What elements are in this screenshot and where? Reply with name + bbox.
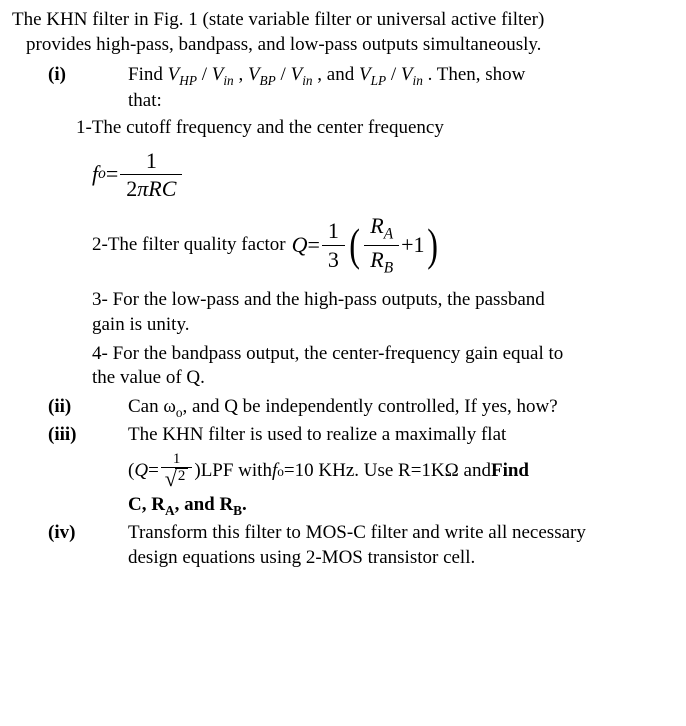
num-1: 1 — [169, 452, 185, 468]
equals: = — [308, 231, 320, 260]
item-iv-label: (iv) — [12, 521, 128, 570]
var-v: V — [212, 64, 224, 85]
sub3-l1: 3- For the low-pass and the high-pass ou… — [92, 288, 674, 313]
item-iii-content: The KHN filter is used to realize a maxi… — [128, 423, 674, 519]
sub4-l1: 4- For the bandpass output, the center-f… — [92, 342, 674, 367]
text: LPF with — [201, 459, 272, 484]
sub-bp: BP — [260, 73, 276, 88]
paren-right: ) — [427, 227, 438, 264]
item-iii-label: (iii) — [12, 423, 128, 519]
item-i-content: Find VHP / Vin , VBP / Vin , and VLP / V… — [128, 63, 674, 114]
sub-lp: LP — [371, 73, 387, 88]
pi: π — [137, 176, 148, 201]
numerator: 1 — [140, 147, 163, 174]
item-i-label: (i) — [12, 63, 128, 114]
text: , and Q be independently controlled, If … — [183, 396, 558, 417]
num-ra: RA — [364, 212, 399, 245]
text: , and R — [175, 494, 234, 515]
den-rb: RB — [364, 245, 399, 279]
sqrt-arg: 2 — [175, 468, 189, 485]
den-3: 3 — [322, 245, 345, 273]
sub-in: in — [413, 73, 423, 88]
intro-line-2: provides high-pass, bandpass, and low-pa… — [12, 33, 674, 58]
slash: / — [202, 64, 207, 85]
den-sqrt2: √ 2 — [161, 467, 193, 491]
formula-fo: fo = 1 2πRC — [12, 147, 674, 202]
var-q: Q — [134, 459, 148, 484]
item-ii-content: Can ωo, and Q be independently controlle… — [128, 395, 674, 421]
sub-o: o — [277, 463, 284, 480]
fraction-ra-rb: RA RB — [364, 212, 399, 278]
item-ii: (ii) Can ωo, and Q be independently cont… — [12, 395, 674, 421]
iii-l1: The KHN filter is used to realize a maxi… — [128, 423, 674, 448]
sub-a: A — [384, 225, 393, 242]
iii-l3: C, RA, and RB. — [128, 493, 674, 519]
var-v: V — [248, 64, 260, 85]
rc: RC — [148, 176, 176, 201]
sub-o: o — [98, 164, 106, 184]
sub4-l2: the value of Q. — [92, 366, 674, 391]
sub-b: B — [233, 503, 242, 518]
iv-l2: design equations using 2-MOS transistor … — [128, 546, 674, 571]
text: . — [242, 494, 247, 515]
fraction-1-sqrt2: 1 √ 2 — [161, 452, 193, 492]
sub2-lead: 2-The filter quality factor — [92, 233, 286, 258]
text: Find — [128, 64, 168, 85]
plus-one: +1 — [401, 231, 424, 260]
sub-o: o — [176, 405, 183, 420]
two: 2 — [126, 176, 137, 201]
and: , and — [317, 64, 359, 85]
intro-line-1: The KHN filter in Fig. 1 (state variable… — [12, 8, 674, 33]
slash: / — [281, 64, 286, 85]
text: Can ω — [128, 396, 176, 417]
text: . Then, show — [428, 64, 526, 85]
sub-3: 3- For the low-pass and the high-pass ou… — [12, 288, 674, 337]
item-iv: (iv) Transform this filter to MOS-C filt… — [12, 521, 674, 570]
sep: , — [238, 64, 248, 85]
var-v: V — [291, 64, 303, 85]
sqrt: √ 2 — [165, 468, 189, 490]
paren-left: ( — [349, 227, 360, 264]
that: that: — [128, 89, 674, 114]
intro-paragraph: The KHN filter in Fig. 1 (state variable… — [12, 8, 674, 57]
sub3-l2: gain is unity. — [92, 313, 674, 338]
var-r: R — [370, 213, 383, 238]
equals: = — [106, 160, 118, 189]
item-ii-label: (ii) — [12, 395, 128, 421]
text: C, R — [128, 494, 165, 515]
num-1: 1 — [322, 217, 345, 244]
sub-in: in — [223, 73, 233, 88]
sub-2: 2-The filter quality factor Q = 1 3 ( RA… — [12, 212, 674, 278]
equals: = — [148, 459, 159, 484]
fraction-1-3: 1 3 — [322, 217, 345, 272]
var-v: V — [401, 64, 413, 85]
iii-l2: ( Q = 1 √ 2 ) LPF with fo =10 KHz. Use R… — [128, 452, 674, 492]
sub-hp: HP — [179, 73, 197, 88]
sub-4: 4- For the bandpass output, the center-f… — [12, 342, 674, 391]
fraction: 1 2πRC — [120, 147, 182, 202]
item-iv-content: Transform this filter to MOS-C filter an… — [128, 521, 674, 570]
var-v: V — [168, 64, 180, 85]
item-i: (i) Find VHP / Vin , VBP / Vin , and VLP… — [12, 63, 674, 114]
sub1-text: 1-The cutoff frequency and the center fr… — [76, 117, 444, 138]
sub-a: A — [165, 503, 175, 518]
iv-l1: Transform this filter to MOS-C filter an… — [128, 521, 674, 546]
sub-1: 1-The cutoff frequency and the center fr… — [12, 116, 674, 141]
var-q: Q — [292, 231, 308, 260]
item-iii: (iii) The KHN filter is used to realize … — [12, 423, 674, 519]
var-v: V — [359, 64, 371, 85]
var-r: R — [370, 247, 383, 272]
sub-b: B — [384, 259, 393, 276]
text: =10 KHz. Use R=1KΩ and — [284, 459, 491, 484]
slash: / — [391, 64, 396, 85]
find: Find — [491, 459, 529, 484]
sub-in: in — [302, 73, 312, 88]
denominator: 2πRC — [120, 174, 182, 202]
